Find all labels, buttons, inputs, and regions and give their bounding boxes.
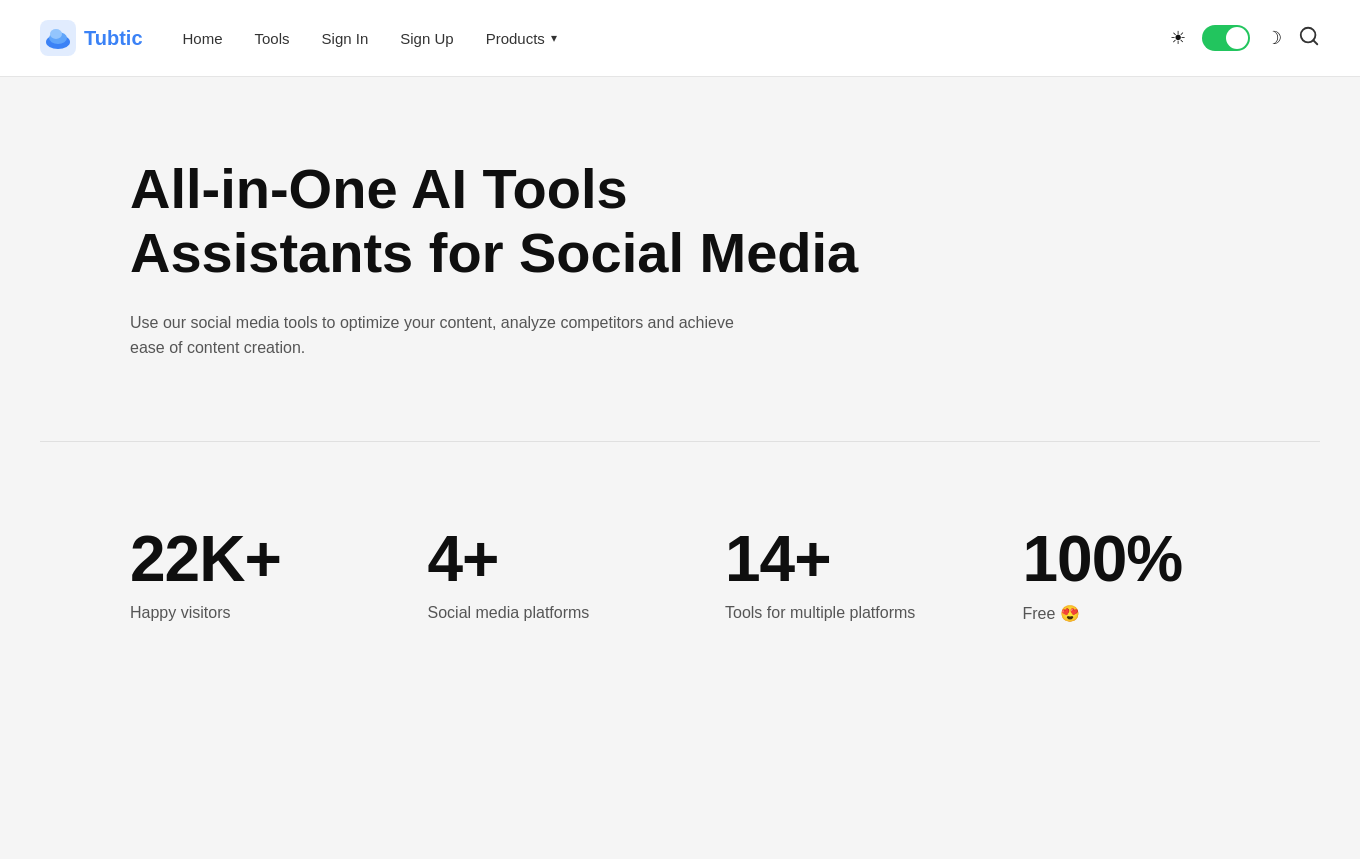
svg-point-3 xyxy=(50,29,62,39)
stat-number: 4+ xyxy=(428,522,726,596)
stat-number: 22K+ xyxy=(130,522,428,596)
sun-icon[interactable]: ☀ xyxy=(1170,27,1186,49)
theme-toggle[interactable] xyxy=(1202,25,1250,51)
search-icon[interactable] xyxy=(1298,25,1320,52)
moon-icon[interactable]: ☽ xyxy=(1266,27,1282,49)
stat-number: 100% xyxy=(1023,522,1321,596)
stat-item: 4+ Social media platforms xyxy=(428,522,726,623)
nav-signup[interactable]: Sign Up xyxy=(400,30,453,47)
stat-item: 14+ Tools for multiple platforms xyxy=(725,522,1023,623)
hero-section: All-in-One AI Tools Assistants for Socia… xyxy=(0,77,1360,441)
nav-links: Home Tools Sign In Sign Up Products ▾ xyxy=(183,30,557,47)
bottom-section xyxy=(0,703,1360,859)
svg-line-5 xyxy=(1313,40,1317,44)
toggle-knob xyxy=(1226,27,1248,49)
logo-icon xyxy=(40,20,76,56)
stat-number: 14+ xyxy=(725,522,1023,596)
hero-title: All-in-One AI Tools Assistants for Socia… xyxy=(130,157,910,286)
stat-label: Happy visitors xyxy=(130,604,428,622)
hero-subtitle: Use our social media tools to optimize y… xyxy=(130,310,750,361)
stat-label: Social media platforms xyxy=(428,604,726,622)
nav-products[interactable]: Products ▾ xyxy=(486,30,557,47)
stat-label: Free 😍 xyxy=(1023,604,1321,623)
brand-name: Tubtic xyxy=(84,27,143,50)
navbar: Tubtic Home Tools Sign In Sign Up Produc… xyxy=(0,0,1360,77)
nav-left: Tubtic Home Tools Sign In Sign Up Produc… xyxy=(40,20,557,56)
stats-section: 22K+ Happy visitors4+ Social media platfor… xyxy=(0,442,1360,703)
stat-label: Tools for multiple platforms xyxy=(725,604,1023,622)
chevron-down-icon: ▾ xyxy=(551,31,557,45)
stat-item: 100% Free 😍 xyxy=(1023,522,1321,623)
nav-right: ☀ ☽ xyxy=(1170,25,1320,52)
stat-item: 22K+ Happy visitors xyxy=(130,522,428,623)
nav-signin[interactable]: Sign In xyxy=(322,30,369,47)
nav-tools[interactable]: Tools xyxy=(255,30,290,47)
nav-home[interactable]: Home xyxy=(183,30,223,47)
logo-link[interactable]: Tubtic xyxy=(40,20,143,56)
